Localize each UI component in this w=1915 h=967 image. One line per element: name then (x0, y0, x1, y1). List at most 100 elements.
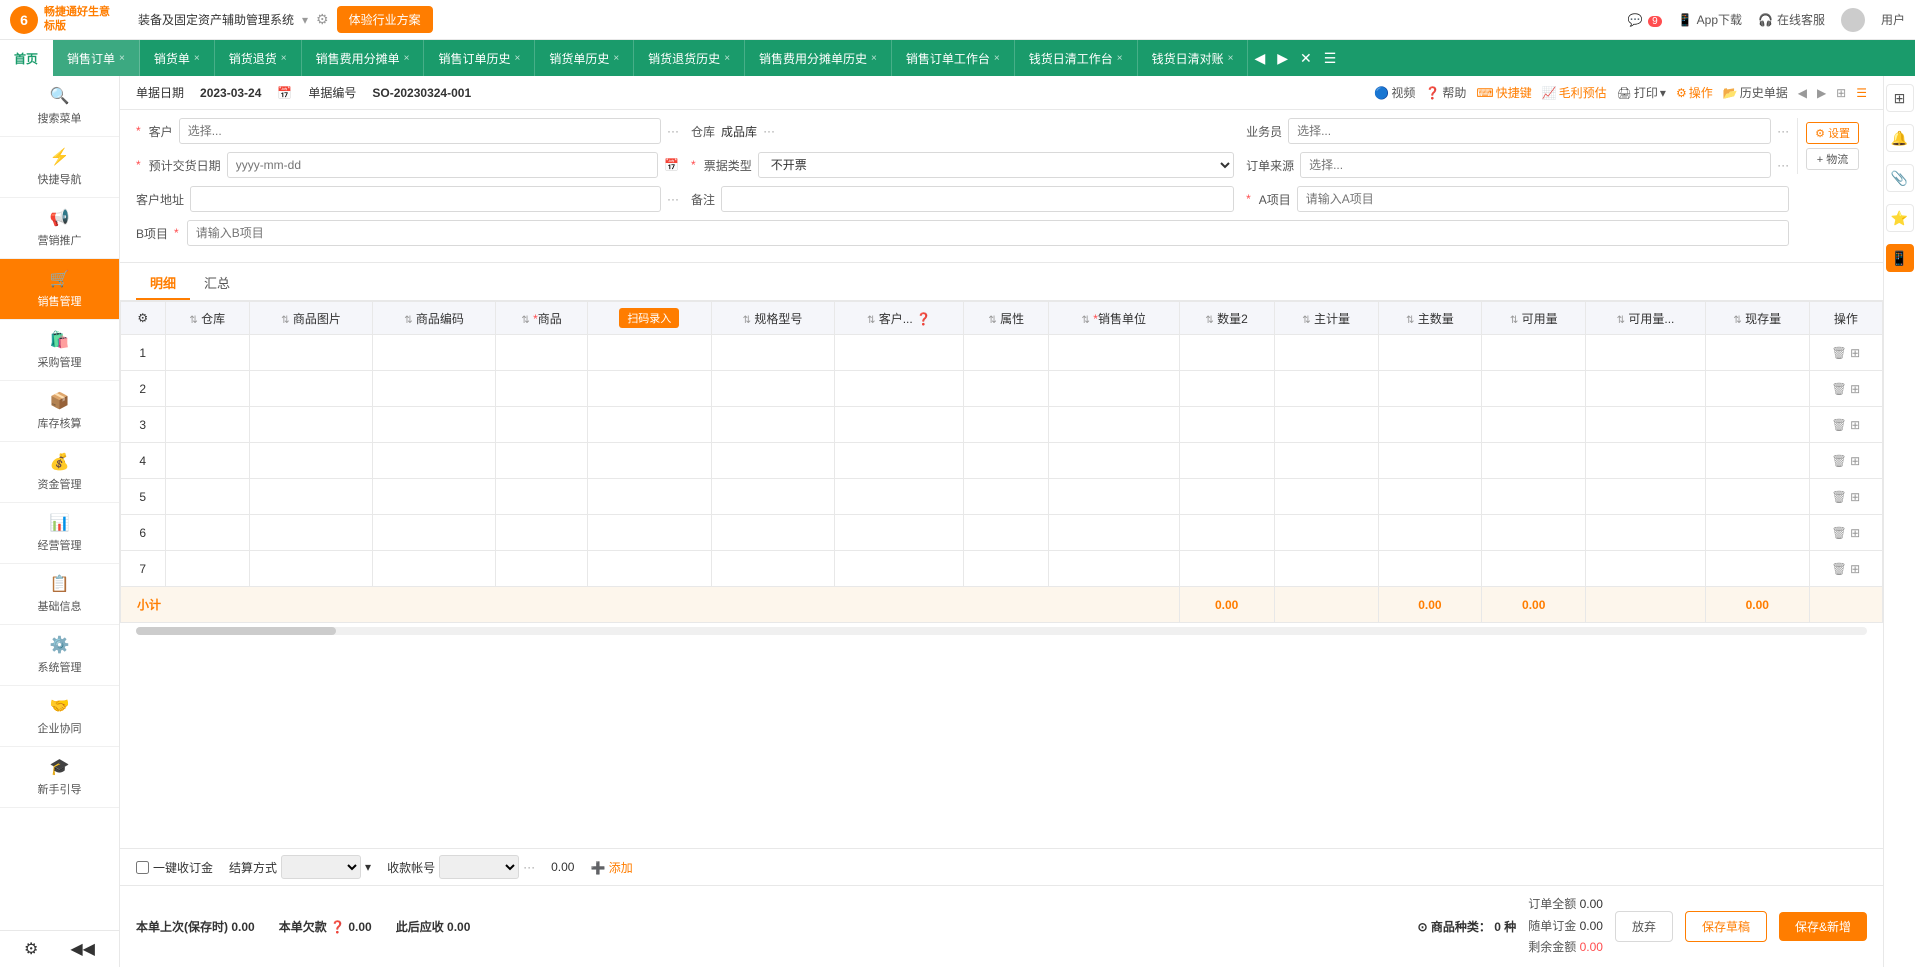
delete-row-icon[interactable]: 🗑 (1832, 346, 1847, 360)
sidebar-item-purchase[interactable]: 🛍️ 采购管理 (0, 320, 119, 381)
col-qty2[interactable]: ⇅ 数量2 (1179, 302, 1274, 335)
row-4-spec[interactable] (711, 443, 834, 479)
copy-row-icon[interactable]: ⊞ (1850, 490, 1860, 504)
row-4-main-qty[interactable] (1378, 443, 1482, 479)
copy-row-icon[interactable]: ⊞ (1850, 382, 1860, 396)
shortcut-btn[interactable]: ⌨ 快捷键 (1476, 84, 1531, 101)
delete-row-icon[interactable]: 🗑 (1832, 454, 1847, 468)
grid-view-icon[interactable]: ⊞ (1836, 86, 1846, 100)
payment-select[interactable] (281, 855, 361, 879)
sidebar-item-base-info[interactable]: 📋 基础信息 (0, 564, 119, 625)
solution-button[interactable]: 体验行业方案 (337, 6, 433, 33)
payment-dropdown-icon[interactable]: ▾ (365, 860, 371, 874)
row-6-qty2[interactable] (1179, 515, 1274, 551)
history-btn[interactable]: 📂 历史单据 (1723, 84, 1788, 101)
col-main-unit[interactable]: ⇅ 主计量 (1274, 302, 1378, 335)
row-1-warehouse[interactable] (165, 335, 250, 371)
col-main-qty[interactable]: ⇅ 主数量 (1378, 302, 1482, 335)
row-2-main-qty[interactable] (1378, 371, 1482, 407)
row-3-spec[interactable] (711, 407, 834, 443)
horizontal-scrollbar[interactable] (136, 627, 1867, 635)
col-scan[interactable]: 扫码录入 (588, 302, 711, 335)
right-tool-4[interactable]: ⭐ (1886, 204, 1914, 232)
row-2-warehouse[interactable] (165, 371, 250, 407)
tab-order-workbench[interactable]: 销售订单工作台× (892, 40, 1015, 76)
tab-sales-return[interactable]: 销货退货× (215, 40, 302, 76)
delivery-date-input[interactable] (227, 152, 658, 178)
sidebar-item-system[interactable]: ⚙️ 系统管理 (0, 625, 119, 686)
row-5-available[interactable] (1482, 479, 1586, 515)
nav-prev-arrow[interactable]: ◀ (1248, 50, 1271, 67)
sidebar-item-inventory[interactable]: 📦 库存核算 (0, 381, 119, 442)
row-6-available2[interactable] (1586, 515, 1706, 551)
salesperson-input[interactable] (1288, 118, 1771, 144)
col-code[interactable]: ⇅ 商品编码 (373, 302, 496, 335)
col-image[interactable]: ⇅ 商品图片 (250, 302, 373, 335)
row-2-unit[interactable] (1048, 371, 1179, 407)
row-2-stock[interactable] (1705, 371, 1809, 407)
project-a-input[interactable] (1297, 186, 1789, 212)
close-tab-icon[interactable]: × (724, 53, 730, 64)
row-6-warehouse[interactable] (165, 515, 250, 551)
nav-next-arrow[interactable]: ▶ (1271, 50, 1294, 67)
col-warehouse[interactable]: ⇅ 仓库 (165, 302, 250, 335)
row-4-code[interactable] (373, 443, 496, 479)
print-btn[interactable]: 🖨 打印 ▾ (1617, 84, 1666, 101)
date-picker-icon[interactable]: 📅 (664, 158, 679, 172)
right-tool-5[interactable]: 📱 (1886, 244, 1914, 272)
row-3-stock[interactable] (1705, 407, 1809, 443)
close-tab-icon[interactable]: × (613, 53, 619, 64)
notice-icon[interactable]: 💬 9 (1628, 13, 1662, 27)
row-3-available2[interactable] (1586, 407, 1706, 443)
row-2-code[interactable] (373, 371, 496, 407)
nav-menu-arrow[interactable]: ☰ (1318, 50, 1343, 67)
row-4-warehouse[interactable] (165, 443, 250, 479)
row-1-customer-code[interactable] (834, 335, 964, 371)
row-1-attribute[interactable] (964, 335, 1049, 371)
row-1-product[interactable] (496, 335, 588, 371)
row-5-spec[interactable] (711, 479, 834, 515)
row-2-attribute[interactable] (964, 371, 1049, 407)
save-draft-button[interactable]: 保存草稿 (1685, 911, 1767, 942)
tab-summary[interactable]: 汇总 (190, 267, 244, 300)
row-3-customer-code[interactable] (834, 407, 964, 443)
prev-record-icon[interactable]: ◀ (1798, 86, 1807, 100)
row-6-code[interactable] (373, 515, 496, 551)
sidebar-item-quick-nav[interactable]: ⚡ 快捷导航 (0, 137, 119, 198)
system-title-dropdown-icon[interactable]: ▾ (302, 13, 308, 27)
invoice-select[interactable]: 不开票 (758, 152, 1234, 178)
address-input[interactable] (190, 186, 661, 212)
row-1-available2[interactable] (1586, 335, 1706, 371)
copy-row-icon[interactable]: ⊞ (1850, 346, 1860, 360)
row-5-available2[interactable] (1586, 479, 1706, 515)
tab-goods-history[interactable]: 销货单历史× (535, 40, 634, 76)
row-1-main-qty[interactable] (1378, 335, 1482, 371)
tab-return-history[interactable]: 销货退货历史× (634, 40, 745, 76)
row-6-unit[interactable] (1048, 515, 1179, 551)
row-7-available[interactable] (1482, 551, 1586, 587)
row-5-code[interactable] (373, 479, 496, 515)
delete-row-icon[interactable]: 🗑 (1832, 382, 1847, 396)
row-2-spec[interactable] (711, 371, 834, 407)
row-1-qty2[interactable] (1179, 335, 1274, 371)
col-settings[interactable]: ⚙ (121, 302, 166, 335)
scrollbar-thumb[interactable] (136, 627, 336, 635)
row-4-customer-code[interactable] (834, 443, 964, 479)
tab-detail[interactable]: 明细 (136, 267, 190, 300)
row-6-attribute[interactable] (964, 515, 1049, 551)
row-7-attribute[interactable] (964, 551, 1049, 587)
close-tab-icon[interactable]: × (281, 53, 287, 64)
row-2-qty2[interactable] (1179, 371, 1274, 407)
customer-input[interactable] (179, 118, 661, 144)
settings-icon[interactable]: ⚙ (316, 11, 329, 28)
salesperson-dots[interactable]: ··· (1777, 124, 1789, 138)
sidebar-collapse-icon[interactable]: ◀◀ (70, 939, 95, 959)
copy-row-icon[interactable]: ⊞ (1850, 418, 1860, 432)
row-4-product[interactable] (496, 443, 588, 479)
row-4-unit[interactable] (1048, 443, 1179, 479)
row-5-warehouse[interactable] (165, 479, 250, 515)
row-4-available[interactable] (1482, 443, 1586, 479)
project-b-input[interactable] (187, 220, 1789, 246)
row-6-main-unit[interactable] (1274, 515, 1378, 551)
online-service-link[interactable]: 🎧 在线客服 (1758, 11, 1825, 28)
